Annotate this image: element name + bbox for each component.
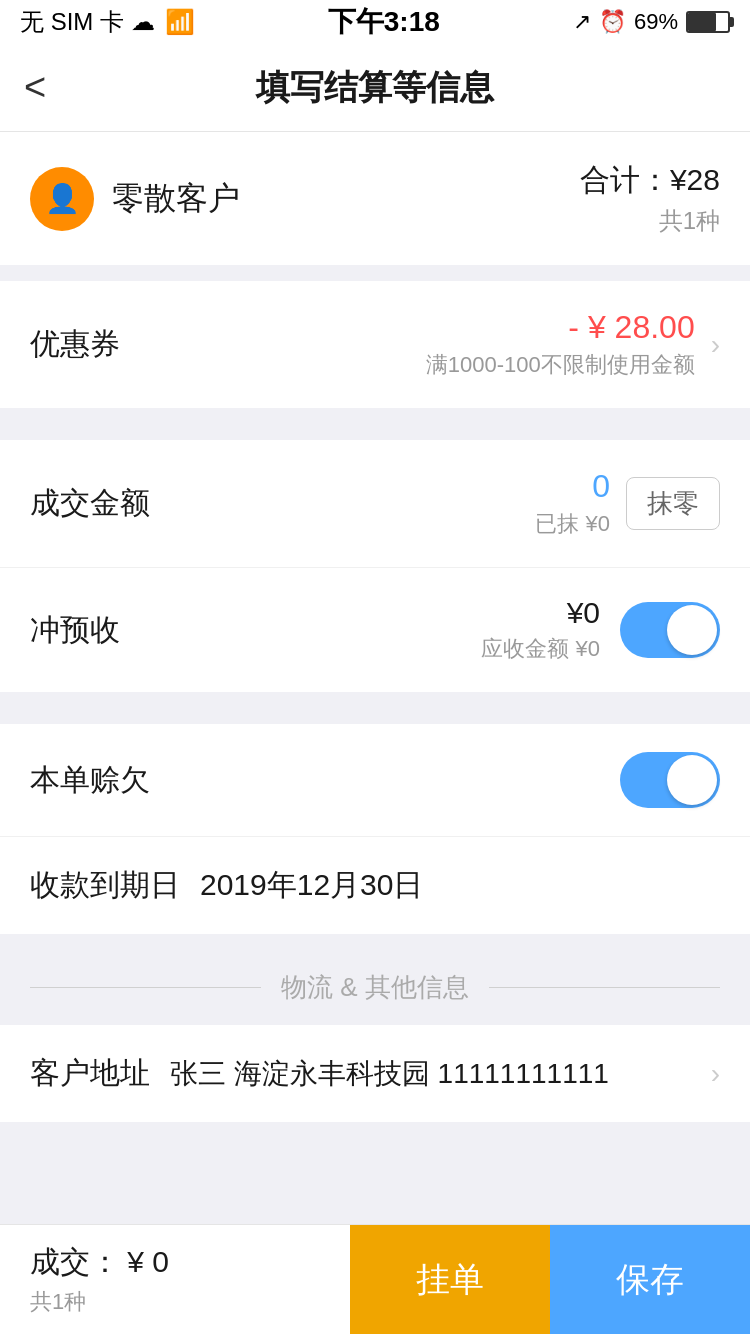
avatar: 👤 bbox=[30, 167, 94, 231]
precharge-toggle[interactable] bbox=[620, 602, 720, 658]
page-title: 填写结算等信息 bbox=[256, 65, 494, 111]
sim-status: 无 SIM 卡 ☁ bbox=[20, 6, 155, 38]
credit-section: 本单赊欠 收款到期日 2019年12月30日 bbox=[0, 724, 750, 934]
coupon-value-block: - ¥ 28.00 满1000-100不限制使用金额 bbox=[426, 309, 695, 380]
transaction-section: 成交金额 已抹 ¥0 抹零 冲预收 ¥0 应收金额 ¥0 bbox=[0, 440, 750, 692]
avatar-icon: 👤 bbox=[45, 182, 80, 215]
customer-row[interactable]: 👤 零散客户 合计：¥28 共1种 bbox=[0, 132, 750, 265]
status-left: 无 SIM 卡 ☁ 📶 bbox=[20, 6, 195, 38]
customer-right: 合计：¥28 共1种 bbox=[580, 160, 720, 237]
precharge-receivable: 应收金额 ¥0 bbox=[481, 634, 600, 664]
customer-count: 共1种 bbox=[580, 205, 720, 237]
coupon-amount: - ¥ 28.00 bbox=[426, 309, 695, 346]
already-rounded: 已抹 ¥0 bbox=[530, 509, 610, 539]
back-button[interactable]: < bbox=[24, 66, 46, 109]
address-row[interactable]: 客户地址 张三 海淀永丰科技园 11111111111 › bbox=[0, 1025, 750, 1122]
battery-icon bbox=[686, 11, 730, 33]
transaction-right: 已抹 ¥0 抹零 bbox=[530, 468, 720, 539]
nav-bar: < 填写结算等信息 bbox=[0, 44, 750, 132]
bottom-info: 成交： ¥ 0 共1种 bbox=[0, 1242, 350, 1317]
save-button[interactable]: 保存 bbox=[550, 1225, 750, 1335]
bottom-transaction: 成交： ¥ 0 bbox=[30, 1242, 320, 1283]
logistics-label: 物流 & 其他信息 bbox=[281, 970, 469, 1005]
toggle-knob bbox=[667, 605, 717, 655]
credit-label: 本单赊欠 bbox=[30, 760, 150, 801]
customer-name: 零散客户 bbox=[112, 177, 240, 221]
round-zero-button[interactable]: 抹零 bbox=[626, 477, 720, 530]
status-time: 下午3:18 bbox=[328, 3, 440, 41]
status-right: ↗ ⏰ 69% bbox=[573, 9, 730, 35]
location-icon: ↗ bbox=[573, 9, 591, 35]
content-area: 👤 零散客户 合计：¥28 共1种 优惠券 - ¥ 28.00 满1000-10… bbox=[0, 132, 750, 1258]
transaction-label: 成交金额 bbox=[30, 483, 150, 524]
customer-section: 👤 零散客户 合计：¥28 共1种 bbox=[0, 132, 750, 265]
coupon-right: - ¥ 28.00 满1000-100不限制使用金额 › bbox=[426, 309, 720, 380]
due-date-label: 收款到期日 bbox=[30, 865, 180, 906]
credit-toggle-knob bbox=[667, 755, 717, 805]
logistics-divider: 物流 & 其他信息 bbox=[0, 950, 750, 1025]
coupon-row[interactable]: 优惠券 - ¥ 28.00 满1000-100不限制使用金额 › bbox=[0, 281, 750, 408]
transaction-row: 成交金额 已抹 ¥0 抹零 bbox=[0, 440, 750, 568]
precharge-values: ¥0 应收金额 ¥0 bbox=[481, 596, 600, 664]
transaction-value-block: 已抹 ¥0 bbox=[530, 468, 610, 539]
coupon-description: 满1000-100不限制使用金额 bbox=[426, 350, 695, 380]
precharge-label: 冲预收 bbox=[30, 610, 120, 651]
customer-left: 👤 零散客户 bbox=[30, 167, 240, 231]
precharge-right: ¥0 应收金额 ¥0 bbox=[481, 596, 720, 664]
address-section: 客户地址 张三 海淀永丰科技园 11111111111 › bbox=[0, 1025, 750, 1122]
address-chevron-icon: › bbox=[711, 1058, 720, 1090]
bottom-count: 共1种 bbox=[30, 1287, 320, 1317]
status-bar: 无 SIM 卡 ☁ 📶 下午3:18 ↗ ⏰ 69% bbox=[0, 0, 750, 44]
due-date-row: 收款到期日 2019年12月30日 bbox=[0, 837, 750, 934]
precharge-amount: ¥0 bbox=[481, 596, 600, 630]
credit-row: 本单赊欠 bbox=[0, 724, 750, 837]
pending-button[interactable]: 挂单 bbox=[350, 1225, 550, 1335]
transaction-input[interactable] bbox=[530, 468, 610, 505]
bottom-transaction-label: 成交： bbox=[30, 1245, 120, 1278]
alarm-icon: ⏰ bbox=[599, 9, 626, 35]
due-date-value: 2019年12月30日 bbox=[200, 865, 423, 906]
chevron-right-icon: › bbox=[711, 329, 720, 361]
credit-toggle[interactable] bbox=[620, 752, 720, 808]
address-label: 客户地址 bbox=[30, 1053, 150, 1094]
divider-line-right bbox=[489, 987, 720, 988]
bottom-bar: 成交： ¥ 0 共1种 挂单 保存 bbox=[0, 1224, 750, 1334]
wifi-icon: 📶 bbox=[165, 8, 195, 36]
coupon-section: 优惠券 - ¥ 28.00 满1000-100不限制使用金额 › bbox=[0, 281, 750, 408]
customer-total: 合计：¥28 bbox=[580, 160, 720, 201]
section-divider-2 bbox=[0, 708, 750, 724]
credit-right bbox=[620, 752, 720, 808]
coupon-label: 优惠券 bbox=[30, 324, 120, 365]
precharge-row: 冲预收 ¥0 应收金额 ¥0 bbox=[0, 568, 750, 692]
address-value: 张三 海淀永丰科技园 11111111111 bbox=[170, 1055, 711, 1093]
divider-line-left bbox=[30, 987, 261, 988]
section-divider-1 bbox=[0, 424, 750, 440]
battery-percent: 69% bbox=[634, 9, 678, 35]
bottom-transaction-value: ¥ 0 bbox=[127, 1245, 169, 1278]
